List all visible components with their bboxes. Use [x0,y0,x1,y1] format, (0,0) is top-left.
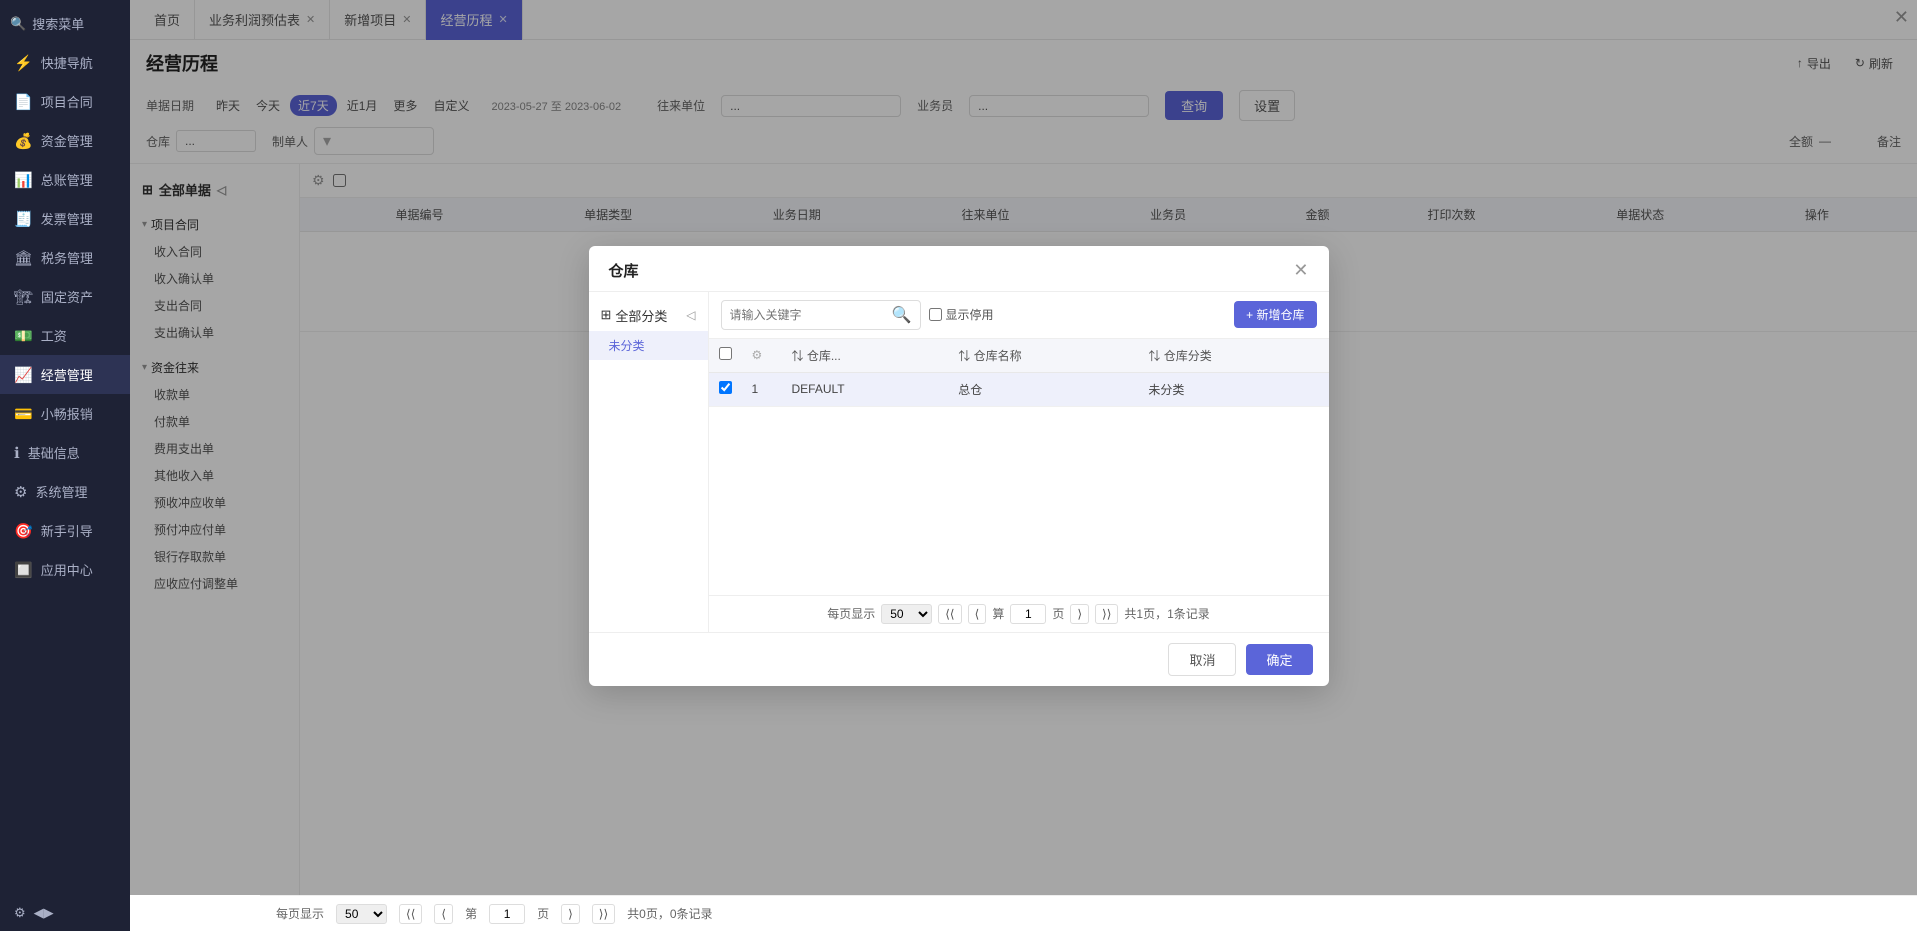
gear-icon-modal[interactable]: ⚙ [752,348,763,362]
table-row[interactable]: 1 DEFAULT 总仓 未分类 [709,372,1329,406]
project-icon: 📄 [14,93,33,111]
fund-icon: 💰 [14,132,33,150]
page-first-label: 第 [465,905,477,922]
modal-header: 仓库 ✕ [589,246,1329,292]
modal-page-prev[interactable]: ⟨ [968,604,987,624]
modal-pagination: 每页显示 50 100 ⟨⟨ ⟨ 算 页 ⟩ ⟩⟩ 共1页，1条记录 [709,595,1329,632]
sidebar-item-operations[interactable]: 📈 经营管理 [0,355,130,394]
modal-body: ⊞ 全部分类 ◁ 未分类 🔍 显示停用 + 新增仓库 [589,292,1329,632]
page-prev-btn[interactable]: ⟨ [434,904,453,924]
sidebar-item-invoice[interactable]: 🧾 发票管理 [0,199,130,238]
add-warehouse-button[interactable]: + 新增仓库 [1234,301,1316,328]
sidebar-item-accounting[interactable]: 📊 总账管理 [0,160,130,199]
operations-icon: 📈 [14,366,33,384]
sidebar-item-salary[interactable]: 💵 工资 [0,316,130,355]
modal-page-last[interactable]: ⟩⟩ [1095,604,1118,624]
sidebar-item-quick-nav[interactable]: ⚡ 快捷导航 [0,43,130,82]
confirm-button[interactable]: 确定 [1246,644,1312,675]
modal-th-code: ⇅ 仓库... [782,339,949,373]
modal-search-icon[interactable]: 🔍 [892,305,912,325]
settings-icon[interactable]: ⚙ [14,905,26,921]
row-checkbox[interactable] [719,381,732,394]
sidebar-item-petty-cash[interactable]: 💳 小畅报销 [0,394,130,433]
modal-th-checkbox [709,339,742,373]
sidebar-item-fund[interactable]: 💰 资金管理 [0,121,130,160]
modal-per-page-label: 每页显示 [827,605,875,622]
accounting-icon: 📊 [14,171,33,189]
sidebar: 🔍 搜索菜单 ⚡ 快捷导航 📄 项目合同 💰 资金管理 📊 总账管理 🧾 发票管… [0,0,130,931]
petty-icon: 💳 [14,405,33,423]
guide-icon: 🎯 [14,522,33,540]
modal-page-first-label: 算 [992,605,1004,622]
page-label: 页 [537,905,549,922]
expand-icon: ⊞ [601,307,612,323]
modal-th-name: ⇅ 仓库名称 [948,339,1138,373]
search-icon: 🔍 [10,16,26,32]
modal-per-page-select[interactable]: 50 100 [881,604,932,624]
modal-page-suffix: 页 [1052,605,1064,622]
modal-collapse-icon[interactable]: ◁ [686,308,695,322]
modal-search-box[interactable]: 🔍 [721,300,921,330]
per-page-label: 每页显示 [276,905,324,922]
sidebar-item-app-center[interactable]: 🔲 应用中心 [0,550,130,589]
warehouse-modal: 仓库 ✕ ⊞ 全部分类 ◁ 未分类 🔍 显示停用 [589,246,1329,686]
sidebar-item-project-contract[interactable]: 📄 项目合同 [0,82,130,121]
modal-page-first[interactable]: ⟨⟨ [938,604,961,624]
modal-page-next[interactable]: ⟩ [1070,604,1089,624]
total-records: 共0页，0条记录 [627,905,712,922]
modal-select-all[interactable] [719,347,732,360]
volume-icon[interactable]: ◀▶ [34,905,54,921]
modal-total-label: 共1页，1条记录 [1124,605,1209,622]
salary-icon: 💵 [14,327,33,345]
modal-left-nav: ⊞ 全部分类 ◁ 未分类 [589,292,709,632]
row-code-cell: DEFAULT [782,372,949,406]
modal-table: ⚙ ⇅ 仓库... ⇅ 仓库名称 ⇅ 仓库分类 [709,339,1329,595]
page-number-input[interactable] [489,904,525,924]
info-icon: ℹ [14,444,20,462]
modal-all-categories[interactable]: ⊞ 全部分类 ◁ [589,300,708,331]
sidebar-item-fixed-assets[interactable]: 🏗 固定资产 [0,277,130,316]
sidebar-search[interactable]: 🔍 搜索菜单 [0,0,130,43]
modal-toolbar: 🔍 显示停用 + 新增仓库 [709,292,1329,339]
show-disabled-option[interactable]: 显示停用 [929,306,994,323]
row-category-cell: 未分类 [1138,372,1328,406]
bottom-bar: 每页显示 50 100 ⟨⟨ ⟨ 第 页 ⟩ ⟩⟩ 共0页，0条记录 [260,895,1917,931]
row-name-cell: 总仓 [948,372,1138,406]
assets-icon: 🏗 [14,288,33,306]
modal-nav-uncategorized[interactable]: 未分类 [589,331,708,360]
modal-footer: 取消 确定 [589,632,1329,686]
cancel-button[interactable]: 取消 [1168,643,1236,676]
modal-right-content: 🔍 显示停用 + 新增仓库 ⚙ [709,292,1329,632]
modal-th-category: ⇅ 仓库分类 [1138,339,1328,373]
modal-th-num: ⚙ [742,339,782,373]
modal-title: 仓库 [609,260,639,281]
sidebar-item-tax[interactable]: 🏛 税务管理 [0,238,130,277]
page-next-btn[interactable]: ⟩ [561,904,580,924]
sidebar-item-system[interactable]: ⚙ 系统管理 [0,472,130,511]
tax-icon: 🏛 [14,249,33,267]
per-page-select[interactable]: 50 100 [336,904,387,924]
invoice-icon: 🧾 [14,210,33,228]
row-num-cell: 1 [742,372,782,406]
page-last-btn[interactable]: ⟩⟩ [592,904,615,924]
sidebar-item-guide[interactable]: 🎯 新手引导 [0,511,130,550]
row-checkbox-cell [709,372,742,406]
show-disabled-checkbox[interactable] [929,308,942,321]
app-icon: 🔲 [14,561,33,579]
system-icon: ⚙ [14,483,27,501]
modal-page-input[interactable] [1010,604,1046,624]
sidebar-bottom: ⚙ ◀▶ [0,895,130,931]
quick-nav-icon: ⚡ [14,54,33,72]
modal-search-input[interactable] [730,308,888,322]
page-first-btn[interactable]: ⟨⟨ [399,904,422,924]
modal-close-button[interactable]: ✕ [1293,260,1308,281]
sidebar-item-basic-info[interactable]: ℹ 基础信息 [0,433,130,472]
